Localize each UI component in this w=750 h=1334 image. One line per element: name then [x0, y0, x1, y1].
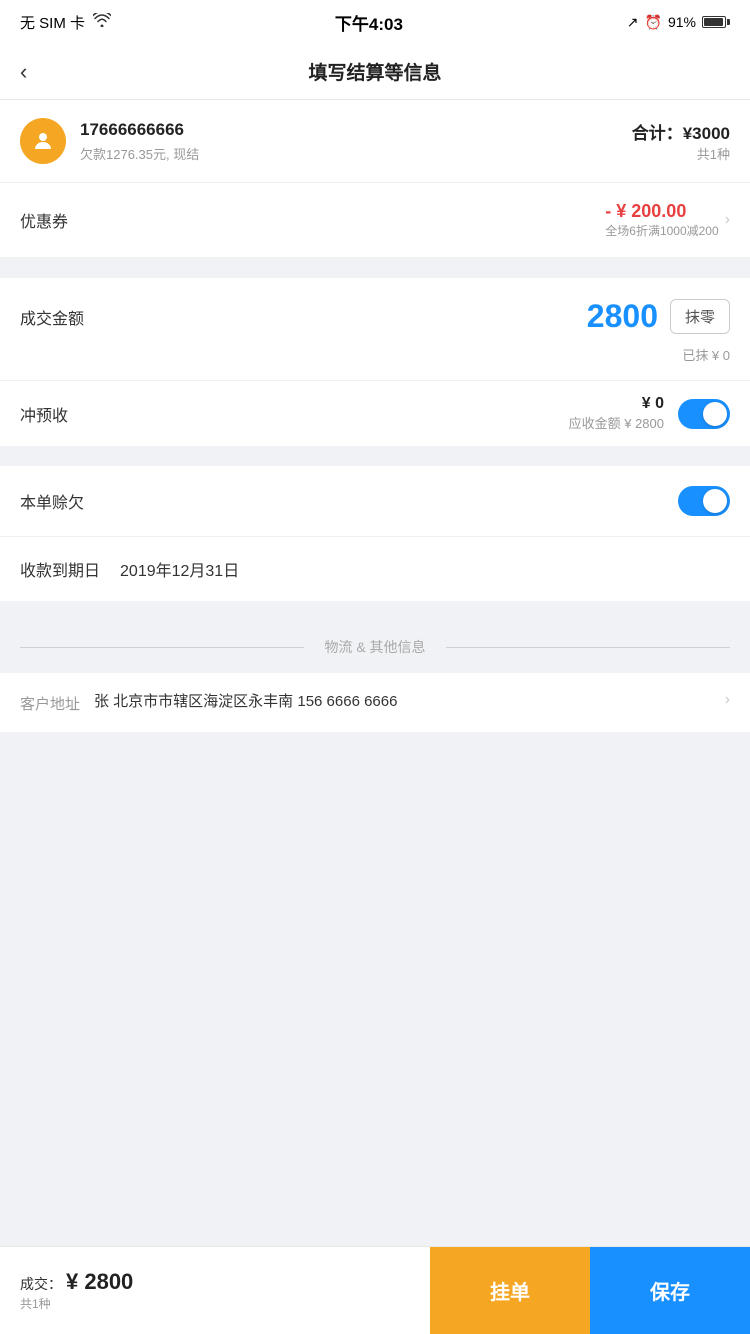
- bottom-summary: 成交： ¥ 2800 共1种: [0, 1269, 430, 1312]
- logistics-line-right: [446, 647, 730, 648]
- bottom-deal-label: 成交：: [20, 1274, 62, 1294]
- carrier-text: 无 SIM 卡: [20, 12, 85, 33]
- content: 17666666666 欠款1276.35元, 现结 合计：¥3000 共1种 …: [0, 100, 750, 862]
- amount-right: 2800 抹零: [587, 298, 730, 335]
- coupon-chevron-icon: ›: [725, 211, 730, 229]
- customer-debt: 欠款1276.35元, 现结: [80, 144, 199, 163]
- customer-card: 17666666666 欠款1276.35元, 现结 合计：¥3000 共1种 …: [0, 100, 750, 258]
- debt-toggle[interactable]: [678, 486, 730, 516]
- battery-percent: 91%: [668, 14, 696, 30]
- bottom-bar: 成交： ¥ 2800 共1种 挂单 保存: [0, 1246, 750, 1334]
- logistics-header: 物流 & 其他信息: [0, 621, 750, 673]
- debt-label: 本单赊欠: [20, 489, 84, 513]
- due-date-label: 收款到期日: [20, 557, 100, 581]
- coupon-info: - ¥ 200.00 全场6折满1000减200: [605, 201, 718, 239]
- status-left: 无 SIM 卡: [20, 12, 111, 33]
- amount-section: 成交金额 2800 抹零 已抹 ¥ 0 冲预收 ¥ 0 应收金额 ¥ 2800: [0, 278, 750, 446]
- due-date-value: 2019年12月31日: [120, 557, 239, 581]
- debt-row: 本单赊欠: [0, 466, 750, 537]
- logistics-title: 物流 & 其他信息: [324, 637, 425, 657]
- debt-toggle-knob: [703, 489, 727, 513]
- coupon-right: - ¥ 200.00 全场6折满1000减200 ›: [605, 201, 730, 239]
- prepay-row: 冲预收 ¥ 0 应收金额 ¥ 2800: [0, 380, 750, 446]
- toggle-knob: [703, 402, 727, 426]
- battery-icon: [702, 16, 730, 28]
- customer-phone: 17666666666: [80, 120, 199, 140]
- amount-value: 2800: [587, 298, 658, 335]
- alarm-icon: ⏰: [645, 14, 662, 31]
- section-divider-3: [0, 611, 750, 621]
- debt-card: 本单赊欠 收款到期日 2019年12月31日: [0, 466, 750, 601]
- prepay-receivable: 应收金额 ¥ 2800: [569, 413, 664, 432]
- prepay-amount: ¥ 0: [569, 395, 664, 413]
- customer-right: 合计：¥3000 共1种: [632, 119, 730, 163]
- due-date-row: 收款到期日 2019年12月31日: [0, 537, 750, 601]
- amount-row: 成交金额 2800 抹零: [0, 278, 750, 345]
- save-button[interactable]: 保存: [590, 1247, 750, 1334]
- prepay-toggle[interactable]: [678, 399, 730, 429]
- customer-row: 17666666666 欠款1276.35元, 现结 合计：¥3000 共1种: [0, 100, 750, 183]
- nav-bar: ‹ 填写结算等信息: [0, 44, 750, 100]
- avatar: [20, 118, 66, 164]
- hold-button[interactable]: 挂单: [430, 1247, 590, 1334]
- amount-sub: 已抹 ¥ 0: [0, 345, 750, 380]
- bottom-deal-count: 共1种: [20, 1295, 410, 1312]
- address-chevron-icon: ›: [725, 691, 730, 709]
- page-title: 填写结算等信息: [308, 58, 441, 85]
- customer-left: 17666666666 欠款1276.35元, 现结: [20, 118, 199, 164]
- round-zero-button[interactable]: 抹零: [670, 299, 730, 334]
- section-divider-1: [0, 268, 750, 278]
- address-value: 张 北京市市辖区海淀区永丰南 156 6666 6666: [94, 691, 711, 714]
- wifi-icon: [93, 13, 111, 31]
- total-amount: 合计：¥3000: [632, 119, 730, 144]
- coupon-discount: - ¥ 200.00: [605, 201, 718, 222]
- bottom-space: [0, 742, 750, 762]
- logistics-line-left: [20, 647, 304, 648]
- section-divider-2: [0, 456, 750, 466]
- coupon-label: 优惠券: [20, 208, 68, 232]
- bottom-deal-row: 成交： ¥ 2800: [20, 1269, 410, 1295]
- prepay-value-block: ¥ 0 应收金额 ¥ 2800: [569, 395, 664, 432]
- address-label: 客户地址: [20, 691, 80, 714]
- total-count: 共1种: [632, 144, 730, 163]
- status-bar: 无 SIM 卡 下午4:03 ↗ ⏰ 91%: [0, 0, 750, 44]
- amount-label: 成交金额: [20, 305, 84, 329]
- address-card: 客户地址 张 北京市市辖区海淀区永丰南 156 6666 6666 ›: [0, 673, 750, 732]
- back-button[interactable]: ‹: [12, 51, 35, 93]
- bottom-deal-amount: ¥ 2800: [66, 1269, 133, 1295]
- coupon-row[interactable]: 优惠券 - ¥ 200.00 全场6折满1000减200 ›: [0, 183, 750, 258]
- prepay-right: ¥ 0 应收金额 ¥ 2800: [569, 395, 730, 432]
- coupon-desc: 全场6折满1000减200: [605, 222, 718, 239]
- status-time: 下午4:03: [335, 10, 403, 35]
- address-row[interactable]: 客户地址 张 北京市市辖区海淀区永丰南 156 6666 6666 ›: [0, 673, 750, 732]
- location-icon: ↗: [627, 14, 639, 31]
- prepay-label: 冲预收: [20, 402, 68, 426]
- status-right: ↗ ⏰ 91%: [627, 14, 730, 31]
- customer-info: 17666666666 欠款1276.35元, 现结: [80, 120, 199, 163]
